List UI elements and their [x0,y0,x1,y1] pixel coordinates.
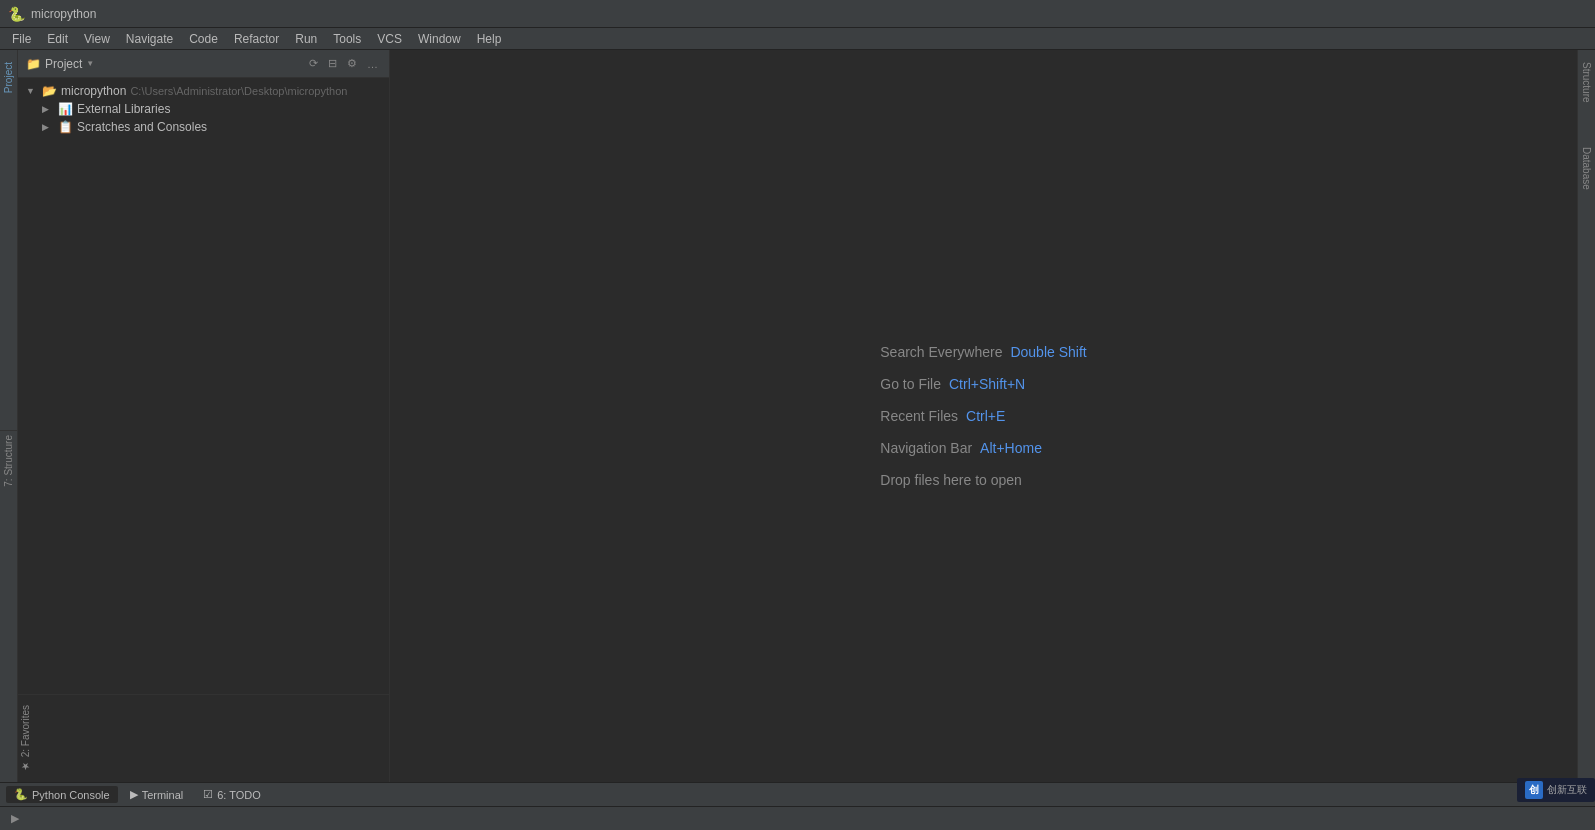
terminal-tab[interactable]: ▶ Terminal [122,786,192,803]
left-vertical-tab-strip: Project [0,50,18,782]
right-panel: Structure Database [1577,50,1595,782]
tree-expand-icon-scratch: ▶ [42,122,58,132]
dropdown-arrow-icon: ▼ [86,59,94,68]
tree-expand-icon: ▼ [26,86,42,96]
watermark-icon: 创 [1525,781,1543,799]
sidebar-header: 📁 Project ▼ ⟳ ⊟ ⚙ … [18,50,389,78]
terminal-bottom-icon[interactable]: ▶ [6,810,24,828]
recent-files-row: Recent Files Ctrl+E [880,408,1086,424]
tree-expand-icon-ext: ▶ [42,104,58,114]
python-console-tab[interactable]: 🐍 Python Console [6,786,118,803]
main-layout: Project 📁 Project ▼ ⟳ ⊟ ⚙ … ▼ 📂 micropyt [0,50,1595,782]
structure-right-tab[interactable]: Structure [1579,54,1594,111]
collapse-icon[interactable]: ⊟ [325,55,340,72]
menu-bar: File Edit View Navigate Code Refactor Ru… [0,28,1595,50]
library-icon: 📊 [58,102,73,116]
star-icon: ★ [20,761,31,772]
project-tree: ▼ 📂 micropython C:\Users\Administrator\D… [18,78,389,694]
menu-file[interactable]: File [4,30,39,48]
todo-tab[interactable]: ☑ 6: TODO [195,786,269,803]
drop-files-row: Drop files here to open [880,472,1086,488]
database-right-tab[interactable]: Database [1579,139,1594,198]
goto-file-label: Go to File [880,376,941,392]
search-everywhere-label: Search Everywhere [880,344,1002,360]
watermark: 创 创新互联 [1517,778,1595,802]
favorites-tab[interactable]: ★ 2: Favorites [18,699,33,778]
tree-external-libraries[interactable]: ▶ 📊 External Libraries [18,100,389,118]
settings-icon[interactable]: ⚙ [344,55,360,72]
tree-external-label: External Libraries [77,102,170,116]
sidebar-tools: ⟳ ⊟ ⚙ … [306,55,381,72]
status-bar: 🐍 Python Console ▶ Terminal ☑ 6: TODO [0,782,1595,806]
terminal-icon: ▶ [130,788,138,801]
python-console-label: Python Console [32,789,110,801]
search-everywhere-key[interactable]: Double Shift [1010,344,1086,360]
welcome-area: Search Everywhere Double Shift Go to Fil… [880,344,1086,488]
folder-open-icon: 📂 [42,84,57,98]
menu-help[interactable]: Help [469,30,510,48]
recent-files-key[interactable]: Ctrl+E [966,408,1005,424]
menu-vcs[interactable]: VCS [369,30,410,48]
navigation-bar-row: Navigation Bar Alt+Home [880,440,1086,456]
todo-icon: ☑ [203,788,213,801]
tree-root-path: C:\Users\Administrator\Desktop\micropyth… [130,85,347,97]
structure-label[interactable]: 7: Structure [3,435,14,487]
bottom-bar: ▶ [0,806,1595,830]
terminal-label: Terminal [142,789,184,801]
favorites-label: 2: Favorites [20,705,31,757]
sync-icon[interactable]: ⟳ [306,55,321,72]
project-dropdown-label: Project [45,57,82,71]
menu-view[interactable]: View [76,30,118,48]
goto-file-row: Go to File Ctrl+Shift+N [880,376,1086,392]
goto-file-key[interactable]: Ctrl+Shift+N [949,376,1025,392]
tree-root-label: micropython [61,84,126,98]
watermark-text: 创新互联 [1547,783,1587,797]
recent-files-label: Recent Files [880,408,958,424]
navigation-bar-label: Navigation Bar [880,440,972,456]
python-console-icon: 🐍 [14,788,28,801]
menu-edit[interactable]: Edit [39,30,76,48]
tree-root-item[interactable]: ▼ 📂 micropython C:\Users\Administrator\D… [18,82,389,100]
menu-navigate[interactable]: Navigate [118,30,181,48]
menu-run[interactable]: Run [287,30,325,48]
scratch-icon: 📋 [58,120,73,134]
folder-icon: 📁 [26,57,41,71]
more-sidebar-icon[interactable]: … [364,56,381,72]
tree-scratches-label: Scratches and Consoles [77,120,207,134]
main-content: Search Everywhere Double Shift Go to Fil… [390,50,1577,782]
menu-window[interactable]: Window [410,30,469,48]
project-dropdown[interactable]: 📁 Project ▼ [26,57,94,71]
structure-left-vtab[interactable]: 7: Structure [0,430,18,491]
app-icon: 🐍 [8,6,25,22]
tree-scratches[interactable]: ▶ 📋 Scratches and Consoles [18,118,389,136]
menu-tools[interactable]: Tools [325,30,369,48]
app-title: micropython [31,7,96,21]
project-vertical-tab[interactable]: Project [1,54,16,101]
todo-label: 6: TODO [217,789,261,801]
navigation-bar-key[interactable]: Alt+Home [980,440,1042,456]
sidebar: 📁 Project ▼ ⟳ ⊟ ⚙ … ▼ 📂 micropython C:\U… [18,50,390,782]
drop-files-label: Drop files here to open [880,472,1022,488]
title-bar: 🐍 micropython [0,0,1595,28]
search-everywhere-row: Search Everywhere Double Shift [880,344,1086,360]
left-bottom-tabs: ★ 2: Favorites [18,694,389,782]
menu-code[interactable]: Code [181,30,226,48]
menu-refactor[interactable]: Refactor [226,30,287,48]
